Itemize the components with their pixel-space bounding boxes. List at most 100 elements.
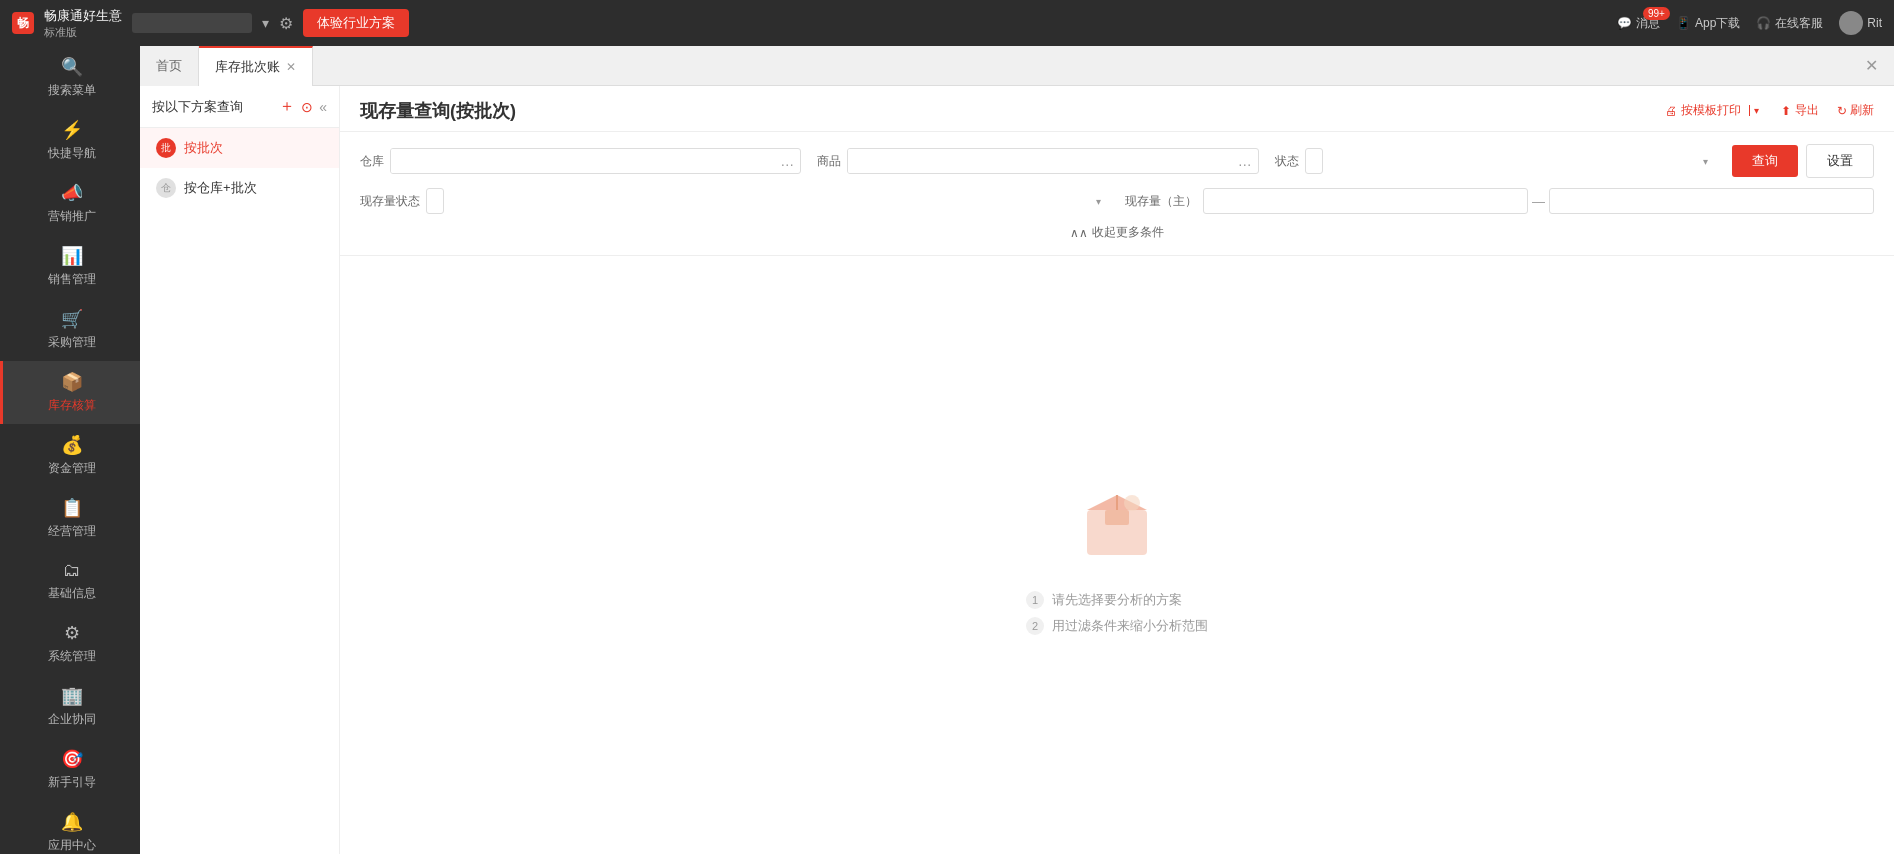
sidebar-item-operations[interactable]: 📋 经营管理 [0, 487, 140, 550]
sidebar-label-operations: 经营管理 [48, 523, 96, 540]
add-scheme-button[interactable]: ＋ [279, 96, 295, 117]
sidebar-label-enterprise: 企业协同 [48, 711, 96, 728]
page-header: 现存量查询(按批次) 🖨 按模板打印 ▾ ⬆ 导出 [340, 86, 1894, 132]
sidebar-item-marketing[interactable]: 📣 营销推广 [0, 172, 140, 235]
message-icon: 💬 [1617, 16, 1632, 30]
sidebar-item-appstore[interactable]: 🔔 应用中心 [0, 801, 140, 854]
status-label: 状态 [1275, 153, 1299, 170]
chevron-down-icon[interactable]: ▾ [262, 15, 269, 31]
filter-row-1: 仓库 … 商品 … [360, 144, 1874, 178]
scheme-item-batch[interactable]: 批 按批次 [140, 128, 339, 168]
online-service-label: 在线客服 [1775, 15, 1823, 32]
status-select[interactable] [1305, 148, 1323, 174]
trial-button[interactable]: 体验行业方案 [303, 9, 409, 37]
stock-qty-filter: 现存量（主） — [1125, 188, 1874, 214]
scheme-batch-label: 按批次 [184, 139, 223, 157]
sidebar-item-sales[interactable]: 📊 销售管理 [0, 235, 140, 298]
gear-icon[interactable]: ⚙ [279, 14, 293, 33]
stock-qty-max-input[interactable] [1549, 188, 1874, 214]
headset-icon: 🎧 [1756, 16, 1771, 30]
stock-status-select-wrapper [426, 188, 1109, 214]
tab-close-icon[interactable]: ✕ [286, 60, 296, 74]
sidebar-item-inventory[interactable]: 📦 库存核算 [0, 361, 140, 424]
batch-account-tab-label: 库存批次账 [215, 58, 280, 76]
product-input[interactable] [848, 149, 1231, 173]
product-input-wrapper: … [847, 148, 1258, 174]
warehouse-dots-button[interactable]: … [774, 153, 800, 169]
empty-illustration [1067, 475, 1167, 575]
hint-num-2: 2 [1026, 617, 1044, 635]
sidebar-item-guide[interactable]: 🎯 新手引导 [0, 738, 140, 801]
sales-icon: 📊 [61, 245, 83, 267]
app-download-label: App下载 [1695, 15, 1740, 32]
stock-status-select[interactable] [426, 188, 444, 214]
query-button[interactable]: 查询 [1732, 145, 1798, 177]
header-right: 💬 消息 99+ 📱 App下载 🎧 在线客服 Rit [1617, 11, 1882, 35]
page-content: 按以下方案查询 ＋ ⊙ « 批 按批次 仓 按仓库+批次 [140, 86, 1894, 854]
product-label: 商品 [817, 153, 841, 170]
empty-hint-2: 2 用过滤条件来缩小分析范围 [1026, 617, 1208, 635]
range-separator: — [1532, 194, 1545, 209]
sidebar-label-inventory: 库存核算 [48, 397, 96, 414]
home-tab-label: 首页 [156, 57, 182, 75]
export-icon: ⬆ [1781, 104, 1791, 118]
breadcrumb-input[interactable] [132, 13, 252, 33]
tab-batch-account[interactable]: 库存批次账 ✕ [199, 46, 313, 86]
online-service-item[interactable]: 🎧 在线客服 [1756, 15, 1823, 32]
sidebar-item-search[interactable]: 🔍 搜索菜单 [0, 46, 140, 109]
print-label: 按模板打印 [1681, 102, 1741, 119]
settings-button[interactable]: 设置 [1806, 144, 1874, 178]
phone-icon: 📱 [1676, 16, 1691, 30]
tab-bar: 首页 库存批次账 ✕ ✕ [140, 46, 1894, 86]
collapse-left-panel-button[interactable]: « [319, 99, 327, 115]
left-panel-title: 按以下方案查询 [152, 98, 243, 116]
print-button[interactable]: 🖨 按模板打印 [1657, 98, 1749, 123]
top-header: 畅 畅康通好生意 标准版 ▾ ⚙ 体验行业方案 💬 消息 99+ 📱 App下载… [0, 0, 1894, 46]
sidebar-label-appstore: 应用中心 [48, 837, 96, 854]
collapse-filter-button[interactable]: ∧∧ 收起更多条件 [360, 218, 1874, 243]
close-tab-button[interactable]: ✕ [1849, 56, 1894, 75]
sidebar-item-enterprise[interactable]: 🏢 企业协同 [0, 675, 140, 738]
warehouse-input[interactable] [391, 149, 774, 173]
product-dots-button[interactable]: … [1232, 153, 1258, 169]
stock-qty-range: — [1203, 188, 1874, 214]
app-subtitle: 标准版 [44, 25, 122, 40]
scheme-item-warehouse-batch[interactable]: 仓 按仓库+批次 [140, 168, 339, 208]
hint-text-2: 用过滤条件来缩小分析范围 [1052, 617, 1208, 635]
tab-home[interactable]: 首页 [140, 46, 199, 86]
main-layout: 🔍 搜索菜单 ⚡ 快捷导航 📣 营销推广 📊 销售管理 🛒 采购管理 📦 库存核… [0, 46, 1894, 854]
sidebar-item-system[interactable]: ⚙ 系统管理 [0, 612, 140, 675]
empty-state: 1 请先选择要分析的方案 2 用过滤条件来缩小分析范围 [340, 256, 1894, 854]
sidebar-item-shortcut[interactable]: ⚡ 快捷导航 [0, 109, 140, 172]
stock-status-filter: 现存量状态 [360, 188, 1109, 214]
export-button[interactable]: ⬆ 导出 [1773, 98, 1827, 123]
scheme-warehouse-icon: 仓 [156, 178, 176, 198]
app-download-item[interactable]: 📱 App下载 [1676, 15, 1740, 32]
filter-area: 仓库 … 商品 … [340, 132, 1894, 256]
sidebar-item-purchase[interactable]: 🛒 采购管理 [0, 298, 140, 361]
print-icon: 🖨 [1665, 104, 1677, 118]
sidebar-label-sales: 销售管理 [48, 271, 96, 288]
status-filter: 状态 [1275, 148, 1716, 174]
stock-qty-min-input[interactable] [1203, 188, 1528, 214]
right-panel: 现存量查询(按批次) 🖨 按模板打印 ▾ ⬆ 导出 [340, 86, 1894, 854]
sidebar: 🔍 搜索菜单 ⚡ 快捷导航 📣 营销推广 📊 销售管理 🛒 采购管理 📦 库存核… [0, 46, 140, 854]
print-arrow-button[interactable]: ▾ [1749, 105, 1763, 116]
sidebar-item-finance[interactable]: 💰 资金管理 [0, 424, 140, 487]
svg-rect-2 [1105, 510, 1129, 525]
product-filter: 商品 … [817, 148, 1258, 174]
app-logo: 畅 [12, 12, 34, 34]
marketing-icon: 📣 [61, 182, 83, 204]
sidebar-label-system: 系统管理 [48, 648, 96, 665]
user-item[interactable]: Rit [1839, 11, 1882, 35]
messages-badge: 99+ [1643, 7, 1670, 20]
sidebar-label-guide: 新手引导 [48, 774, 96, 791]
messages-item[interactable]: 💬 消息 99+ [1617, 15, 1660, 32]
refresh-button[interactable]: ↻ 刷新 [1837, 102, 1874, 119]
sidebar-item-basic[interactable]: 🗂 基础信息 [0, 550, 140, 612]
header-left: 畅 畅康通好生意 标准版 ▾ ⚙ 体验行业方案 [12, 7, 409, 40]
avatar [1839, 11, 1863, 35]
sidebar-label-marketing: 营销推广 [48, 208, 96, 225]
content-area: 首页 库存批次账 ✕ ✕ 按以下方案查询 ＋ ⊙ « [140, 46, 1894, 854]
manage-scheme-button[interactable]: ⊙ [301, 99, 313, 115]
